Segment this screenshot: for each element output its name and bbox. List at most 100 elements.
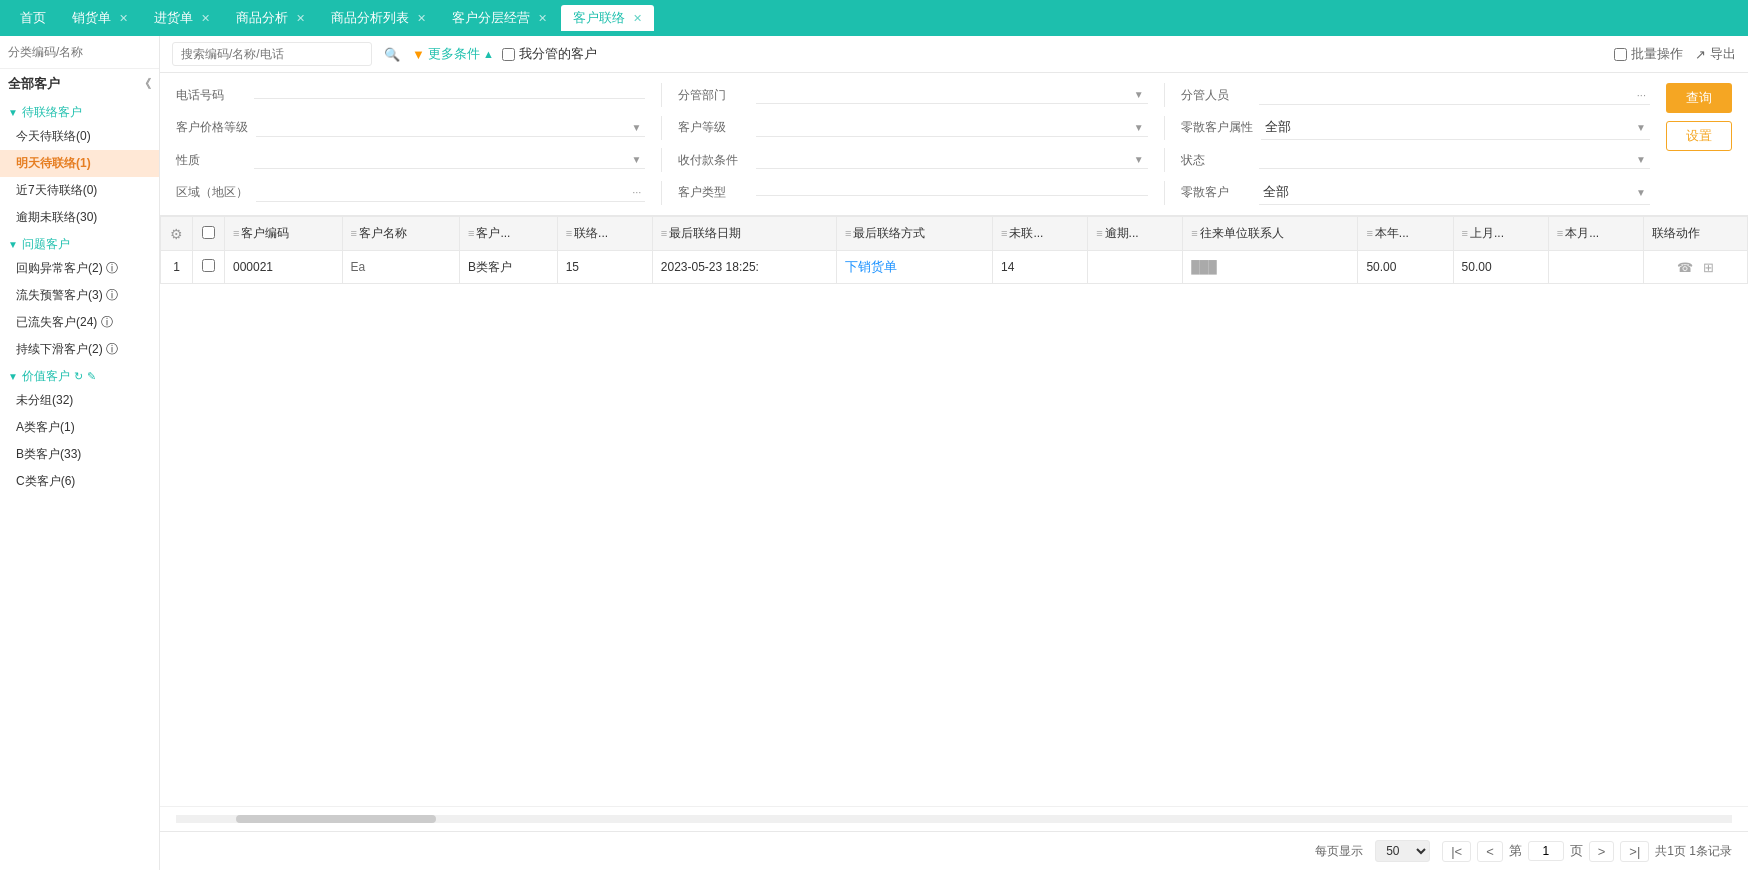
select-all-checkbox[interactable] bbox=[202, 226, 215, 239]
my-customers-check[interactable] bbox=[502, 48, 515, 61]
all-customers-header[interactable]: 全部客户 《 bbox=[0, 69, 159, 99]
batch-op-check[interactable] bbox=[1614, 48, 1627, 61]
sidebar-item-b-class[interactable]: B类客户(33) bbox=[0, 441, 159, 468]
nav-item-sales[interactable]: 销货单 ✕ bbox=[60, 5, 140, 31]
th-this-year: ≡本年... bbox=[1358, 217, 1453, 251]
retail-attr-select[interactable]: 全部 ▼ bbox=[1261, 115, 1650, 140]
sidebar-search-input[interactable] bbox=[8, 45, 158, 59]
close-icon[interactable]: ✕ bbox=[201, 12, 210, 25]
gear-icon[interactable]: ⚙ bbox=[170, 226, 183, 242]
search-button[interactable]: 🔍 bbox=[380, 43, 404, 66]
nav-item-analysis[interactable]: 商品分析 ✕ bbox=[224, 5, 317, 31]
query-button[interactable]: 查询 bbox=[1666, 83, 1732, 113]
th-checkbox[interactable] bbox=[193, 217, 225, 251]
td-last-method[interactable]: 下销货单 bbox=[837, 251, 993, 284]
per-page-label: 每页显示 bbox=[1315, 843, 1363, 860]
filter-price-level: 客户价格等级 ▼ bbox=[176, 119, 645, 137]
my-customers-checkbox[interactable]: 我分管的客户 bbox=[502, 45, 597, 63]
th-type: ≡客户... bbox=[460, 217, 558, 251]
nature-select[interactable]: ▼ bbox=[254, 151, 645, 169]
action-buttons: 查询 设置 bbox=[1666, 83, 1732, 151]
horizontal-scrollbar[interactable] bbox=[176, 815, 1732, 823]
th-this-month: ≡本月... bbox=[1548, 217, 1643, 251]
per-page-select[interactable]: 50 100 200 bbox=[1375, 840, 1430, 862]
sidebar-item-today[interactable]: 今天待联络(0) bbox=[0, 123, 159, 150]
page-input[interactable] bbox=[1528, 841, 1564, 861]
more-action-icon[interactable]: ⊞ bbox=[1703, 260, 1714, 275]
next-page-btn[interactable]: > bbox=[1589, 841, 1615, 862]
prev-page-btn[interactable]: < bbox=[1477, 841, 1503, 862]
sidebar-item-loss-warning[interactable]: 流失预警客户(3) ⓘ bbox=[0, 282, 159, 309]
person-label: 分管人员 bbox=[1181, 87, 1251, 104]
batch-op-btn[interactable]: 批量操作 bbox=[1614, 45, 1683, 63]
retail-customer-select[interactable]: 全部 ▼ bbox=[1259, 180, 1650, 205]
close-icon[interactable]: ✕ bbox=[538, 12, 547, 25]
filter-customer-type: 客户类型 bbox=[678, 184, 1147, 201]
customer-type-label: 客户类型 bbox=[678, 184, 748, 201]
th-name: ≡客户名称 bbox=[342, 217, 460, 251]
payment-select[interactable]: ▼ bbox=[756, 151, 1147, 169]
sidebar-item-overdue[interactable]: 逾期未联络(30) bbox=[0, 204, 159, 231]
close-icon[interactable]: ✕ bbox=[417, 12, 426, 25]
th-contact-count: ≡联络... bbox=[557, 217, 652, 251]
export-btn[interactable]: ↗ 导出 bbox=[1695, 45, 1736, 63]
phone-label: 电话号码 bbox=[176, 87, 246, 104]
customer-type-select[interactable] bbox=[756, 189, 1147, 196]
table-row: 1 000021 Ea B类客户 15 2023-05-23 18:25: 下销… bbox=[161, 251, 1748, 284]
scrollbar-thumb[interactable] bbox=[236, 815, 436, 823]
main-layout: 🔍 全部客户 《 待联络客户 今天待联络(0) 明天待联络(1) 近7天待联络(… bbox=[0, 36, 1748, 870]
sidebar-item-c-class[interactable]: C类客户(6) bbox=[0, 468, 159, 495]
first-page-btn[interactable]: |< bbox=[1442, 841, 1471, 862]
td-this-month bbox=[1548, 251, 1643, 284]
chevron-down-icon: ▼ bbox=[1636, 187, 1646, 198]
row-checkbox[interactable] bbox=[202, 259, 215, 272]
filter-row-2: 客户价格等级 ▼ 客户等级 ▼ bbox=[176, 115, 1650, 140]
person-select[interactable]: ··· bbox=[1259, 86, 1650, 105]
filter-search-input[interactable] bbox=[172, 42, 372, 66]
phone-input[interactable] bbox=[254, 92, 645, 99]
sidebar-item-tomorrow[interactable]: 明天待联络(1) bbox=[0, 150, 159, 177]
sidebar-item-repurchase-abnormal[interactable]: 回购异常客户(2) ⓘ bbox=[0, 255, 159, 282]
sidebar-item-ungrouped[interactable]: 未分组(32) bbox=[0, 387, 159, 414]
more-conditions-btn[interactable]: ▼ 更多条件 ▲ bbox=[412, 45, 494, 63]
sidebar-item-a-class[interactable]: A类客户(1) bbox=[0, 414, 159, 441]
close-icon[interactable]: ✕ bbox=[119, 12, 128, 25]
filter-row-1: 电话号码 分管部门 ▼ 分管人员 bbox=[176, 83, 1650, 107]
th-gear[interactable]: ⚙ bbox=[161, 217, 193, 251]
last-method-link[interactable]: 下销货单 bbox=[845, 259, 897, 274]
nav-item-customer-tier[interactable]: 客户分层经营 ✕ bbox=[440, 5, 559, 31]
sidebar-item-declining[interactable]: 持续下滑客户(2) ⓘ bbox=[0, 336, 159, 363]
refresh-icon[interactable]: ↻ bbox=[74, 370, 83, 383]
edit-icon[interactable]: ✎ bbox=[87, 370, 96, 383]
nav-item-home[interactable]: 首页 bbox=[8, 5, 58, 31]
sidebar: 🔍 全部客户 《 待联络客户 今天待联络(0) 明天待联络(1) 近7天待联络(… bbox=[0, 36, 160, 870]
status-select[interactable]: ▼ bbox=[1259, 151, 1650, 169]
th-no-contact: ≡未联... bbox=[993, 217, 1088, 251]
page-suffix: 页 bbox=[1570, 842, 1583, 860]
customer-level-label: 客户等级 bbox=[678, 119, 748, 136]
chevron-down-icon: ▼ bbox=[631, 122, 641, 133]
price-level-select[interactable]: ▼ bbox=[256, 119, 645, 137]
last-page-btn[interactable]: >| bbox=[1620, 841, 1649, 862]
region-select[interactable]: ··· bbox=[256, 183, 645, 202]
nav-item-customer-contact[interactable]: 客户联络 ✕ bbox=[561, 5, 654, 31]
chevron-down-icon: ▼ bbox=[1636, 122, 1646, 133]
dept-select[interactable]: ▼ bbox=[756, 86, 1147, 104]
sidebar-item-7days[interactable]: 近7天待联络(0) bbox=[0, 177, 159, 204]
nature-label: 性质 bbox=[176, 152, 246, 169]
ellipsis-icon: ··· bbox=[1637, 89, 1646, 101]
td-checkbox[interactable] bbox=[193, 251, 225, 284]
th-action: 联络动作 bbox=[1643, 217, 1747, 251]
status-label: 状态 bbox=[1181, 152, 1251, 169]
close-icon[interactable]: ✕ bbox=[296, 12, 305, 25]
filter-row-4: 区域（地区） ··· 客户类型 bbox=[176, 180, 1650, 205]
th-last-method: ≡最后联络方式 bbox=[837, 217, 993, 251]
close-icon[interactable]: ✕ bbox=[633, 12, 642, 25]
sidebar-item-lost[interactable]: 已流失客户(24) ⓘ bbox=[0, 309, 159, 336]
contact-icon[interactable]: ☎ bbox=[1677, 260, 1693, 275]
nav-item-purchase[interactable]: 进货单 ✕ bbox=[142, 5, 222, 31]
td-type: B类客户 bbox=[460, 251, 558, 284]
settings-button[interactable]: 设置 bbox=[1666, 121, 1732, 151]
customer-level-select[interactable]: ▼ bbox=[756, 119, 1147, 137]
nav-item-analysis-list[interactable]: 商品分析列表 ✕ bbox=[319, 5, 438, 31]
